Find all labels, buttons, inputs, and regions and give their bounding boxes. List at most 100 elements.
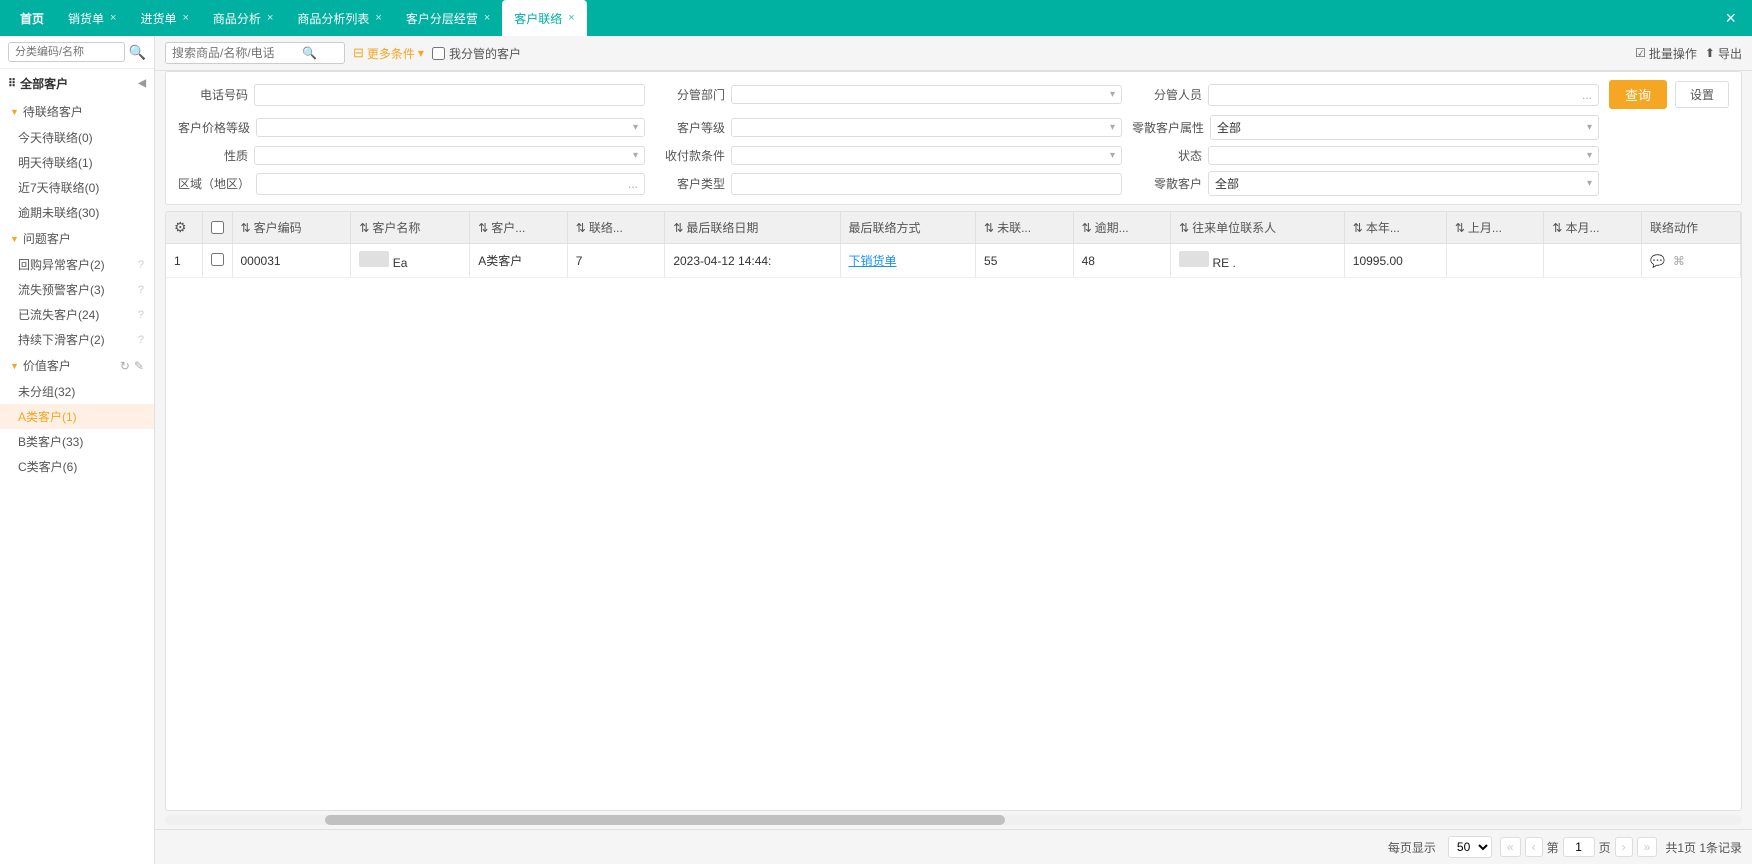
table-row: 1 000031 Ea A类客户 bbox=[166, 244, 1741, 278]
page-size-select[interactable]: 50 bbox=[1448, 836, 1492, 858]
my-customers-checkbox-label[interactable]: 我分管的客户 bbox=[432, 45, 521, 62]
settings-gear-icon[interactable]: ⚙ bbox=[174, 219, 187, 236]
query-button[interactable]: 查询 bbox=[1609, 80, 1667, 109]
th-no-contact-days[interactable]: ⇅ 未联... bbox=[976, 212, 1074, 244]
nav-tab-purchase-close[interactable]: × bbox=[182, 12, 188, 24]
th-customer-name[interactable]: ⇅ 客户名称 bbox=[351, 212, 470, 244]
nav-tab-product-list[interactable]: 商品分析列表 × bbox=[285, 0, 393, 36]
nav-tab-customer-segment[interactable]: 客户分层经营 × bbox=[394, 0, 502, 36]
last-page-button[interactable]: » bbox=[1637, 837, 1658, 857]
filter-retail-customer-select[interactable]: 全部 ▾ bbox=[1208, 171, 1599, 196]
td-last-contact-method[interactable]: 下销货单 bbox=[840, 244, 976, 278]
sidebar-item-class-a[interactable]: A类客户(1) bbox=[0, 404, 154, 429]
th-contact-person-label: 往来单位联系人 bbox=[1192, 219, 1276, 236]
sidebar-item-overdue-contact[interactable]: 逾期未联络(30) bbox=[0, 200, 154, 225]
th-sort-icon-contact: ⇅ bbox=[576, 221, 586, 235]
nav-tab-sales[interactable]: 销货单 × bbox=[56, 0, 128, 36]
row-customer-type: A类客户 bbox=[478, 254, 522, 268]
chat-icon[interactable]: 💬 bbox=[1650, 254, 1665, 268]
window-close-button[interactable]: × bbox=[1717, 8, 1744, 29]
sidebar-search-icon[interactable]: 🔍 bbox=[129, 44, 146, 61]
nav-tab-sales-close[interactable]: × bbox=[110, 12, 116, 24]
nav-home[interactable]: 首页 bbox=[8, 0, 56, 36]
next-page-button[interactable]: › bbox=[1615, 837, 1633, 857]
filter-region-ellipsis[interactable]: ... bbox=[628, 177, 638, 191]
filter-payment-select[interactable]: ▾ bbox=[731, 146, 1122, 165]
nav-tab-customer-segment-close[interactable]: × bbox=[484, 12, 490, 24]
nav-tab-purchase[interactable]: 进货单 × bbox=[128, 0, 200, 36]
th-this-year[interactable]: ⇅ 本年... bbox=[1344, 212, 1446, 244]
qr-icon[interactable]: ⌘ bbox=[1673, 254, 1685, 268]
select-all-checkbox[interactable] bbox=[211, 221, 224, 234]
export-button[interactable]: ⬆ 导出 bbox=[1705, 45, 1742, 62]
filter-customer-grade-select[interactable]: ▾ bbox=[731, 118, 1122, 137]
nav-tab-customer-contact-close[interactable]: × bbox=[568, 12, 574, 24]
filter-phone-input[interactable] bbox=[254, 84, 645, 106]
filter-region-select[interactable]: ... bbox=[256, 173, 645, 195]
filter-cell-customer-grade: 客户等级 ▾ bbox=[655, 118, 1132, 137]
nav-tab-product-analysis-close[interactable]: × bbox=[267, 12, 273, 24]
filter-nature-select[interactable]: ▾ bbox=[254, 146, 645, 165]
batch-operation-button[interactable]: ☑ 批量操作 bbox=[1635, 45, 1697, 62]
filter-staff-select[interactable]: ... bbox=[1208, 84, 1599, 106]
nav-tab-customer-contact[interactable]: 客户联络 × bbox=[502, 0, 586, 36]
sidebar-item-declining[interactable]: 持续下滑客户(2) ? bbox=[0, 327, 154, 352]
th-last-month[interactable]: ⇅ 上月... bbox=[1446, 212, 1544, 244]
sidebar-item-churned[interactable]: 已流失客户(24) ? bbox=[0, 302, 154, 327]
filter-customer-type-input[interactable] bbox=[731, 173, 1122, 195]
th-contact-person[interactable]: ⇅ 往来单位联系人 bbox=[1171, 212, 1345, 244]
sidebar-item-today-contact[interactable]: 今天待联络(0) bbox=[0, 125, 154, 150]
sidebar-item-repurchase-abnormal[interactable]: 回购异常客户(2) ? bbox=[0, 252, 154, 277]
sidebar-item-churn-warning[interactable]: 流失预警客户(3) ? bbox=[0, 277, 154, 302]
edit-icon[interactable]: ✎ bbox=[134, 359, 144, 373]
prev-page-button[interactable]: ‹ bbox=[1525, 837, 1543, 857]
scroll-thumb[interactable] bbox=[325, 815, 1005, 825]
th-last-contact-method[interactable]: 最后联络方式 bbox=[840, 212, 976, 244]
sidebar-item-tomorrow-contact[interactable]: 明天待联络(1) bbox=[0, 150, 154, 175]
sidebar-item-class-b[interactable]: B类客户(33) bbox=[0, 429, 154, 454]
search-icon[interactable]: 🔍 bbox=[302, 46, 317, 60]
th-customer-type[interactable]: ⇅ 客户... bbox=[470, 212, 568, 244]
nav-tab-product-analysis[interactable]: 商品分析 × bbox=[201, 0, 285, 36]
th-this-month[interactable]: ⇅ 本月... bbox=[1544, 212, 1642, 244]
top-navigation: 首页 销货单 × 进货单 × 商品分析 × 商品分析列表 × 客户分层经营 × … bbox=[0, 0, 1752, 36]
horizontal-scrollbar[interactable] bbox=[165, 815, 1742, 825]
nav-tab-product-list-close[interactable]: × bbox=[375, 12, 381, 24]
refresh-icon[interactable]: ↻ bbox=[120, 359, 130, 373]
page-number-input[interactable] bbox=[1563, 837, 1595, 857]
sidebar-problem-customer-group[interactable]: ▼ 问题客户 bbox=[0, 225, 154, 252]
td-checkbox[interactable] bbox=[202, 244, 232, 278]
chevron-dept-icon: ▾ bbox=[1110, 89, 1115, 100]
filter-price-grade-select[interactable]: ▾ bbox=[256, 118, 645, 137]
my-customers-checkbox[interactable] bbox=[432, 47, 445, 60]
th-contact-count[interactable]: ⇅ 联络... bbox=[567, 212, 665, 244]
th-overdue-days[interactable]: ⇅ 逾期... bbox=[1073, 212, 1171, 244]
filter-status-select[interactable]: ▾ bbox=[1208, 146, 1599, 165]
sidebar-pending-contact-group[interactable]: ▼ 待联络客户 bbox=[0, 98, 154, 125]
sidebar-item-unclassified[interactable]: 未分组(32) bbox=[0, 379, 154, 404]
sidebar-search-input[interactable] bbox=[8, 42, 125, 62]
setting-button[interactable]: 设置 bbox=[1675, 81, 1729, 108]
th-customer-code[interactable]: ⇅ 客户编码 bbox=[232, 212, 351, 244]
th-sort-icon-thismonth: ⇅ bbox=[1552, 221, 1562, 235]
row-checkbox[interactable] bbox=[211, 253, 224, 266]
filter-dept-select[interactable]: ▾ bbox=[731, 85, 1122, 104]
filter-retail-attr-select[interactable]: 全部 ▾ bbox=[1210, 115, 1599, 140]
th-sort-icon-overdue: ⇅ bbox=[1082, 221, 1092, 235]
sidebar-value-customer-group[interactable]: ▼ 价值客户 ↻ ✎ bbox=[0, 352, 154, 379]
filter-more-label: 更多条件 bbox=[367, 45, 415, 62]
grid-dots-icon: ⠿ bbox=[8, 77, 16, 90]
th-settings[interactable]: ⚙ bbox=[166, 212, 202, 244]
filter-more-button[interactable]: ⊟ 更多条件 ▾ bbox=[353, 45, 424, 62]
search-input[interactable] bbox=[172, 46, 302, 60]
total-info: 共1页 1条记录 bbox=[1665, 839, 1742, 856]
filter-staff-ellipsis[interactable]: ... bbox=[1582, 88, 1592, 102]
sidebar-all-customers[interactable]: ⠿ 全部客户 ◀ bbox=[0, 69, 154, 98]
first-page-button[interactable]: « bbox=[1500, 837, 1521, 857]
row-action-icons: 💬 ⌘ bbox=[1650, 254, 1732, 268]
sidebar-item-7day-contact[interactable]: 近7天待联络(0) bbox=[0, 175, 154, 200]
row-last-contact-method[interactable]: 下销货单 bbox=[849, 254, 897, 268]
collapse-icon: ◀ bbox=[138, 78, 146, 89]
sidebar-item-class-c[interactable]: C类客户(6) bbox=[0, 454, 154, 479]
th-last-contact-date[interactable]: ⇅ 最后联络日期 bbox=[665, 212, 840, 244]
